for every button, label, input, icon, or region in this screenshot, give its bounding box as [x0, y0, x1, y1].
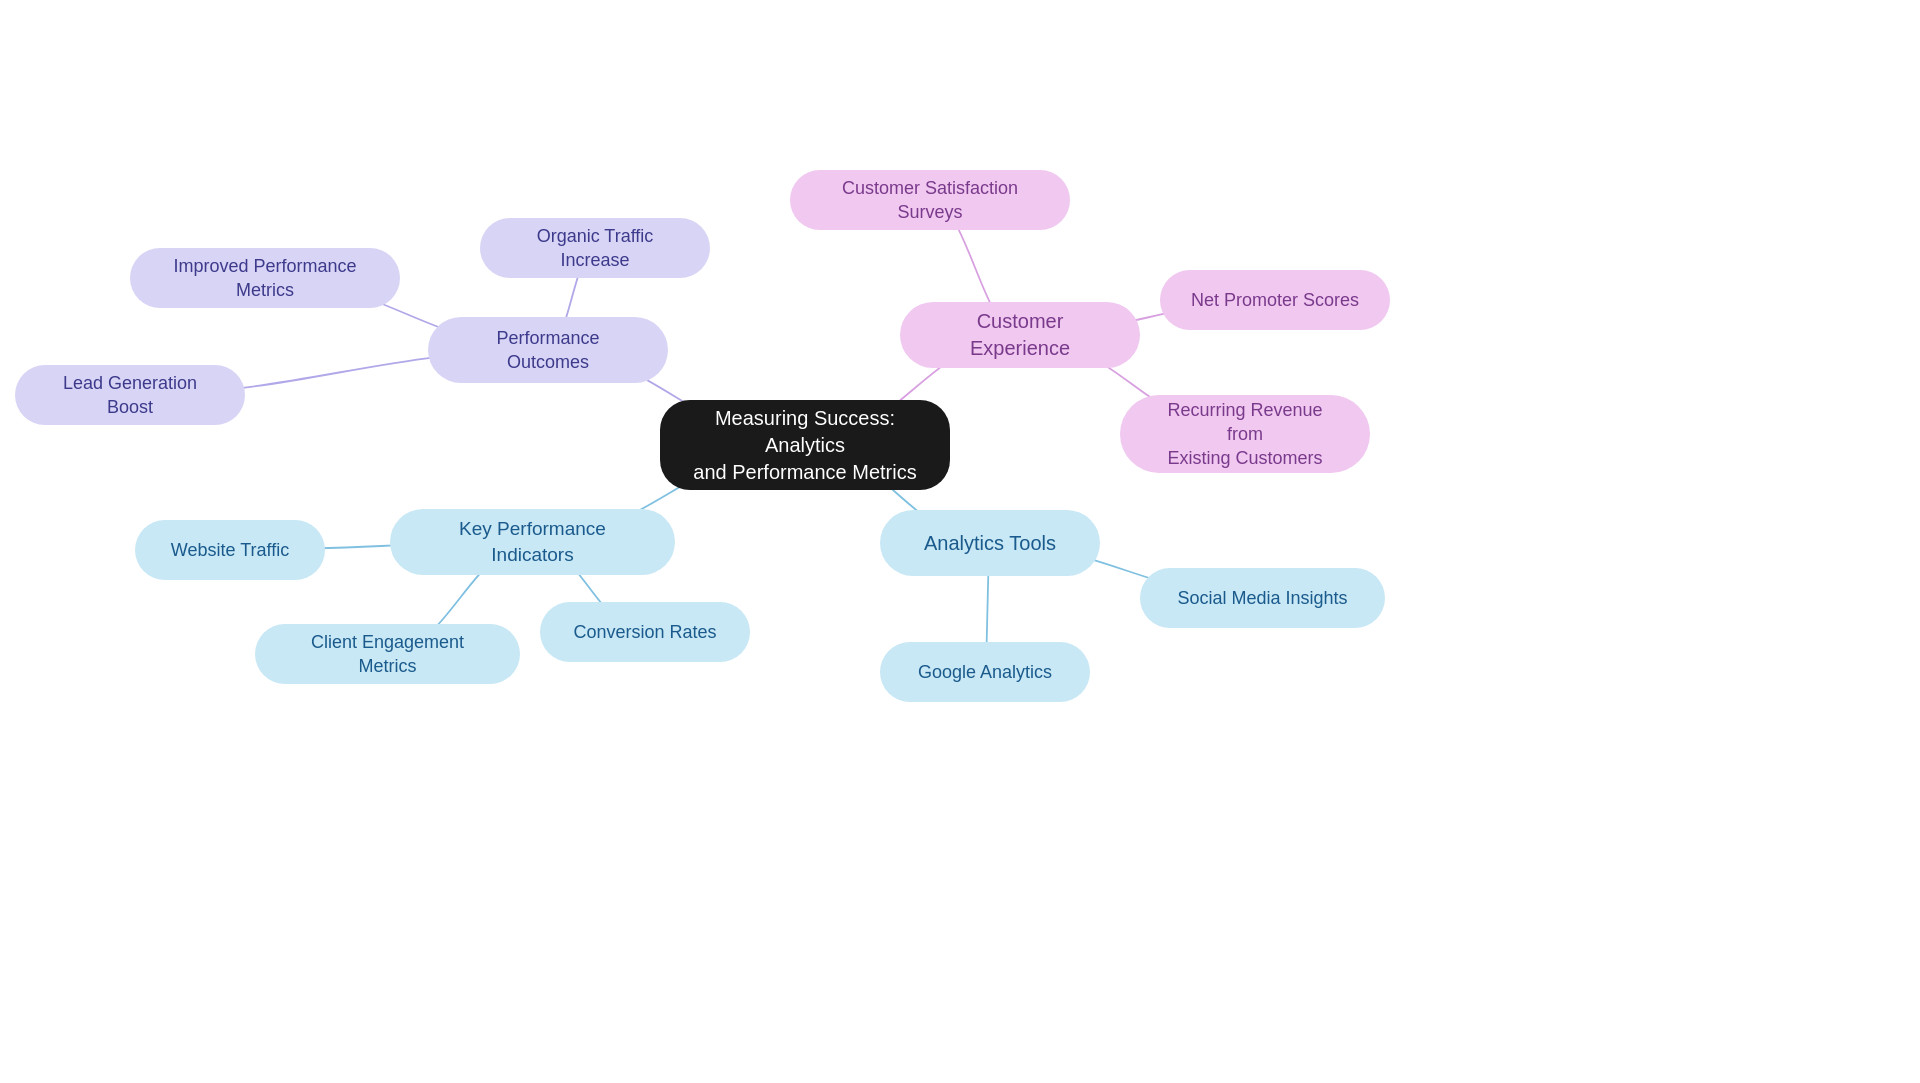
- client-engagement-node: Client Engagement Metrics: [255, 624, 520, 684]
- analytics-tools-label: Analytics Tools: [924, 530, 1056, 557]
- organic-traffic-label: Organic Traffic Increase: [508, 224, 682, 273]
- conversion-rates-label: Conversion Rates: [573, 620, 716, 644]
- customer-experience-node: Customer Experience: [900, 302, 1140, 368]
- kpi-node: Key Performance Indicators: [390, 509, 675, 575]
- analytics-tools-node: Analytics Tools: [880, 510, 1100, 576]
- recurring-revenue-label: Recurring Revenue from Existing Customer…: [1148, 398, 1342, 471]
- center-node: Measuring Success: Analytics and Perform…: [660, 400, 950, 490]
- lead-generation-label: Lead Generation Boost: [43, 371, 217, 420]
- customer-experience-label: Customer Experience: [928, 308, 1112, 362]
- website-traffic-node: Website Traffic: [135, 520, 325, 580]
- google-analytics-label: Google Analytics: [918, 660, 1052, 684]
- improved-metrics-node: Improved Performance Metrics: [130, 248, 400, 308]
- conversion-rates-node: Conversion Rates: [540, 602, 750, 662]
- net-promoter-label: Net Promoter Scores: [1191, 288, 1359, 312]
- social-media-node: Social Media Insights: [1140, 568, 1385, 628]
- client-engagement-label: Client Engagement Metrics: [283, 630, 492, 679]
- organic-traffic-node: Organic Traffic Increase: [480, 218, 710, 278]
- google-analytics-node: Google Analytics: [880, 642, 1090, 702]
- improved-metrics-label: Improved Performance Metrics: [158, 254, 372, 303]
- website-traffic-label: Website Traffic: [171, 538, 289, 562]
- lead-generation-node: Lead Generation Boost: [15, 365, 245, 425]
- net-promoter-node: Net Promoter Scores: [1160, 270, 1390, 330]
- social-media-label: Social Media Insights: [1177, 586, 1347, 610]
- recurring-revenue-node: Recurring Revenue from Existing Customer…: [1120, 395, 1370, 473]
- center-label: Measuring Success: Analytics and Perform…: [688, 405, 922, 486]
- performance-outcomes-label: Performance Outcomes: [456, 326, 640, 375]
- kpi-label: Key Performance Indicators: [418, 516, 647, 567]
- customer-satisfaction-node: Customer Satisfaction Surveys: [790, 170, 1070, 230]
- performance-outcomes-node: Performance Outcomes: [428, 317, 668, 383]
- customer-satisfaction-label: Customer Satisfaction Surveys: [818, 176, 1042, 225]
